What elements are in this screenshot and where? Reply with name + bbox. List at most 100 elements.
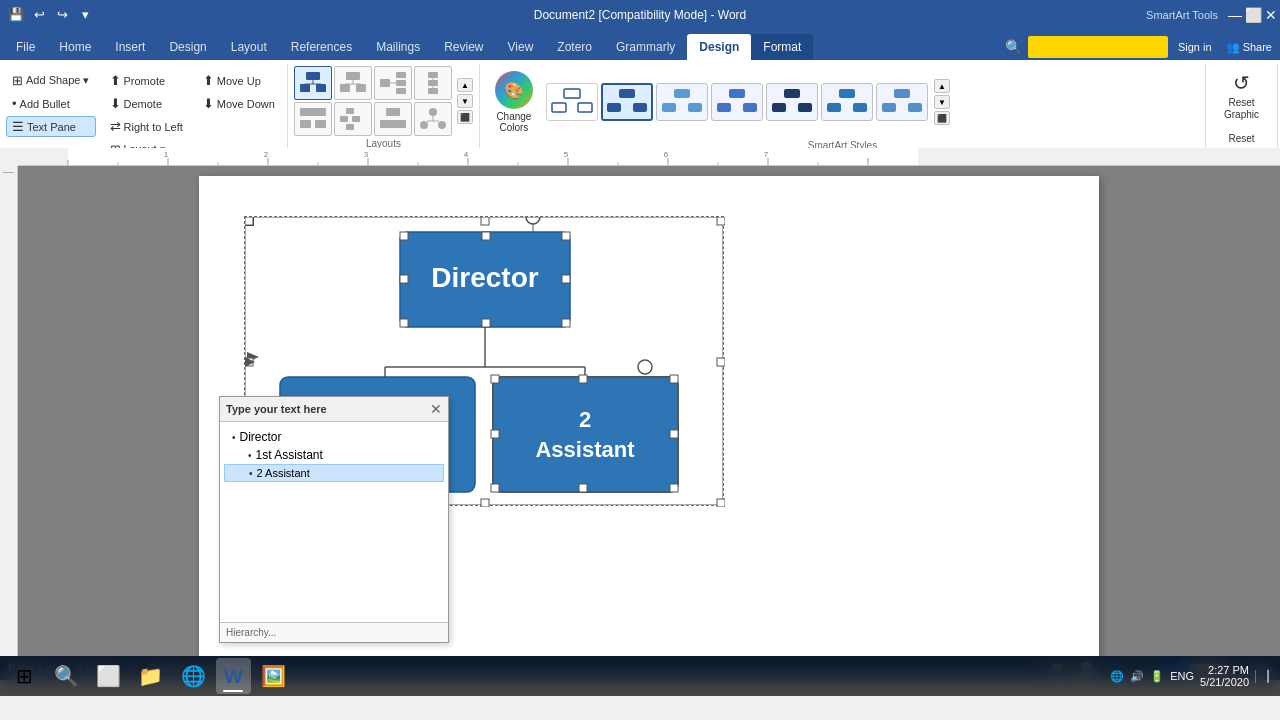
svg-rect-42 [729,89,745,98]
tab-smartart-design[interactable]: Design [687,34,751,60]
tab-layout[interactable]: Layout [219,34,279,60]
list-item[interactable]: • [224,464,444,482]
svg-point-30 [438,121,446,129]
svg-rect-112 [562,319,570,327]
qat-dropdown-button[interactable]: ▾ [75,4,95,24]
smartart-styles-row [546,83,928,121]
restore-button[interactable]: ⬜ [1244,6,1262,24]
signin-button[interactable]: Sign in [1174,41,1216,53]
sa-style-4[interactable] [711,83,763,121]
layout-thumb-4[interactable] [414,66,452,100]
layouts-group: ▲ ▼ ⬛ Layouts [290,64,480,148]
svg-rect-0 [306,72,320,80]
tab-mailings[interactable]: Mailings [364,34,432,60]
item-2-assistant-input[interactable] [257,467,397,479]
redo-button[interactable]: ↪ [52,4,72,24]
sa-style-7[interactable] [876,83,928,121]
layouts-scroll-down[interactable]: ▼ [457,94,473,108]
move-up-button[interactable]: ⬆ Move Up [197,70,281,91]
svg-rect-19 [300,108,326,116]
sa-style-2[interactable] [601,83,653,121]
close-button[interactable]: ✕ [1262,6,1280,24]
svg-rect-125 [670,430,678,438]
svg-rect-41 [688,103,702,112]
text-pane-close-button[interactable]: ✕ [430,401,442,417]
tab-file[interactable]: File [4,34,47,60]
text-pane-button[interactable]: ☰ Text Pane [6,116,96,137]
move-down-button[interactable]: ⬇ Move Down [197,93,281,114]
save-button[interactable]: 💾 [6,4,26,24]
sa-style-5[interactable] [766,83,818,121]
svg-point-28 [429,108,437,116]
volume-icon: 🔊 [1130,670,1144,683]
layout-thumb-6[interactable] [334,102,372,136]
app4-taskbar[interactable]: 🖼️ [253,658,294,694]
file-explorer-taskbar[interactable]: 📁 [130,658,171,694]
tab-smartart-format[interactable]: Format [751,34,813,60]
list-item[interactable]: • 1st Assistant [224,446,444,464]
svg-rect-55 [68,148,918,165]
search-button[interactable]: 🔍 [1005,39,1022,55]
styles-scroll-down[interactable]: ▼ [934,95,950,109]
svg-rect-5 [346,72,360,80]
tab-insert[interactable]: Insert [103,34,157,60]
layout-thumb-3[interactable] [374,66,412,100]
sa-style-6[interactable] [821,83,873,121]
task-view-button[interactable]: ⬜ [88,658,128,694]
demote-button[interactable]: ⬇ Demote [104,93,189,114]
document-area[interactable]: Director 1st Assistant [18,166,1280,656]
sa-style-3[interactable] [656,83,708,121]
tab-grammarly[interactable]: Grammarly [604,34,687,60]
reset-button[interactable]: Reset [1219,130,1263,147]
bullet-icon: • [248,450,252,461]
promote-icon: ⬆ [110,73,121,88]
reset-graphic-button[interactable]: ↺ ResetGraphic [1215,66,1268,126]
layout-thumb-7[interactable] [374,102,412,136]
svg-text:4: 4 [464,150,469,159]
styles-scroll-up[interactable]: ▲ [934,79,950,93]
layouts-scroll-up[interactable]: ▲ [457,78,473,92]
layouts-scroll-more[interactable]: ⬛ [457,110,473,124]
svg-rect-15 [428,72,438,78]
promote-button[interactable]: ⬆ Promote [104,70,189,91]
chrome-taskbar[interactable]: 🌐 [173,658,214,694]
sa-style-svg-7 [880,87,924,117]
svg-rect-25 [346,124,354,130]
ribbon-content: ⊞ Add Shape ▾ • Add Bullet ☰ Text Pane ⬆… [0,60,1280,148]
layout-thumb-1[interactable] [294,66,332,100]
minimize-button[interactable]: — [1226,6,1244,24]
svg-rect-40 [662,103,676,112]
add-shape-button[interactable]: ⊞ Add Shape ▾ [6,70,96,91]
tab-home[interactable]: Home [47,34,103,60]
layout-svg-7 [378,106,408,132]
svg-text:1: 1 [164,150,169,159]
layout-thumb-8[interactable] [414,102,452,136]
layout-thumb-5[interactable] [294,102,332,136]
tab-view[interactable]: View [496,34,546,60]
add-bullet-button[interactable]: • Add Bullet [6,93,96,114]
share-button[interactable]: 👥 Share [1222,41,1276,54]
start-button[interactable]: ⊞ [4,658,44,694]
svg-rect-122 [579,375,587,383]
tab-references[interactable]: References [279,34,364,60]
text-pane-content[interactable]: • Director • 1st Assistant • [220,422,448,622]
svg-rect-53 [908,103,922,112]
layout-thumb-2[interactable] [334,66,372,100]
tab-design[interactable]: Design [157,34,218,60]
styles-scroll-more[interactable]: ⬛ [934,111,950,125]
svg-rect-6 [340,84,350,92]
word-taskbar[interactable]: W [216,658,251,694]
colors-icon: 🎨 [495,71,533,109]
search-taskbar-button[interactable]: 🔍 [46,658,86,694]
tab-zotero[interactable]: Zotero [545,34,604,60]
svg-rect-24 [346,108,354,114]
list-item[interactable]: • Director [224,428,444,446]
undo-button[interactable]: ↩ [29,4,49,24]
change-colors-button[interactable]: 🎨 Change Colors [486,66,542,138]
search-input[interactable] [1028,36,1168,58]
show-desktop-button[interactable]: ▕ [1255,670,1268,683]
tab-review[interactable]: Review [432,34,495,60]
svg-rect-92 [717,217,725,225]
right-to-left-button[interactable]: ⇄ Right to Left [104,116,189,137]
sa-style-1[interactable] [546,83,598,121]
